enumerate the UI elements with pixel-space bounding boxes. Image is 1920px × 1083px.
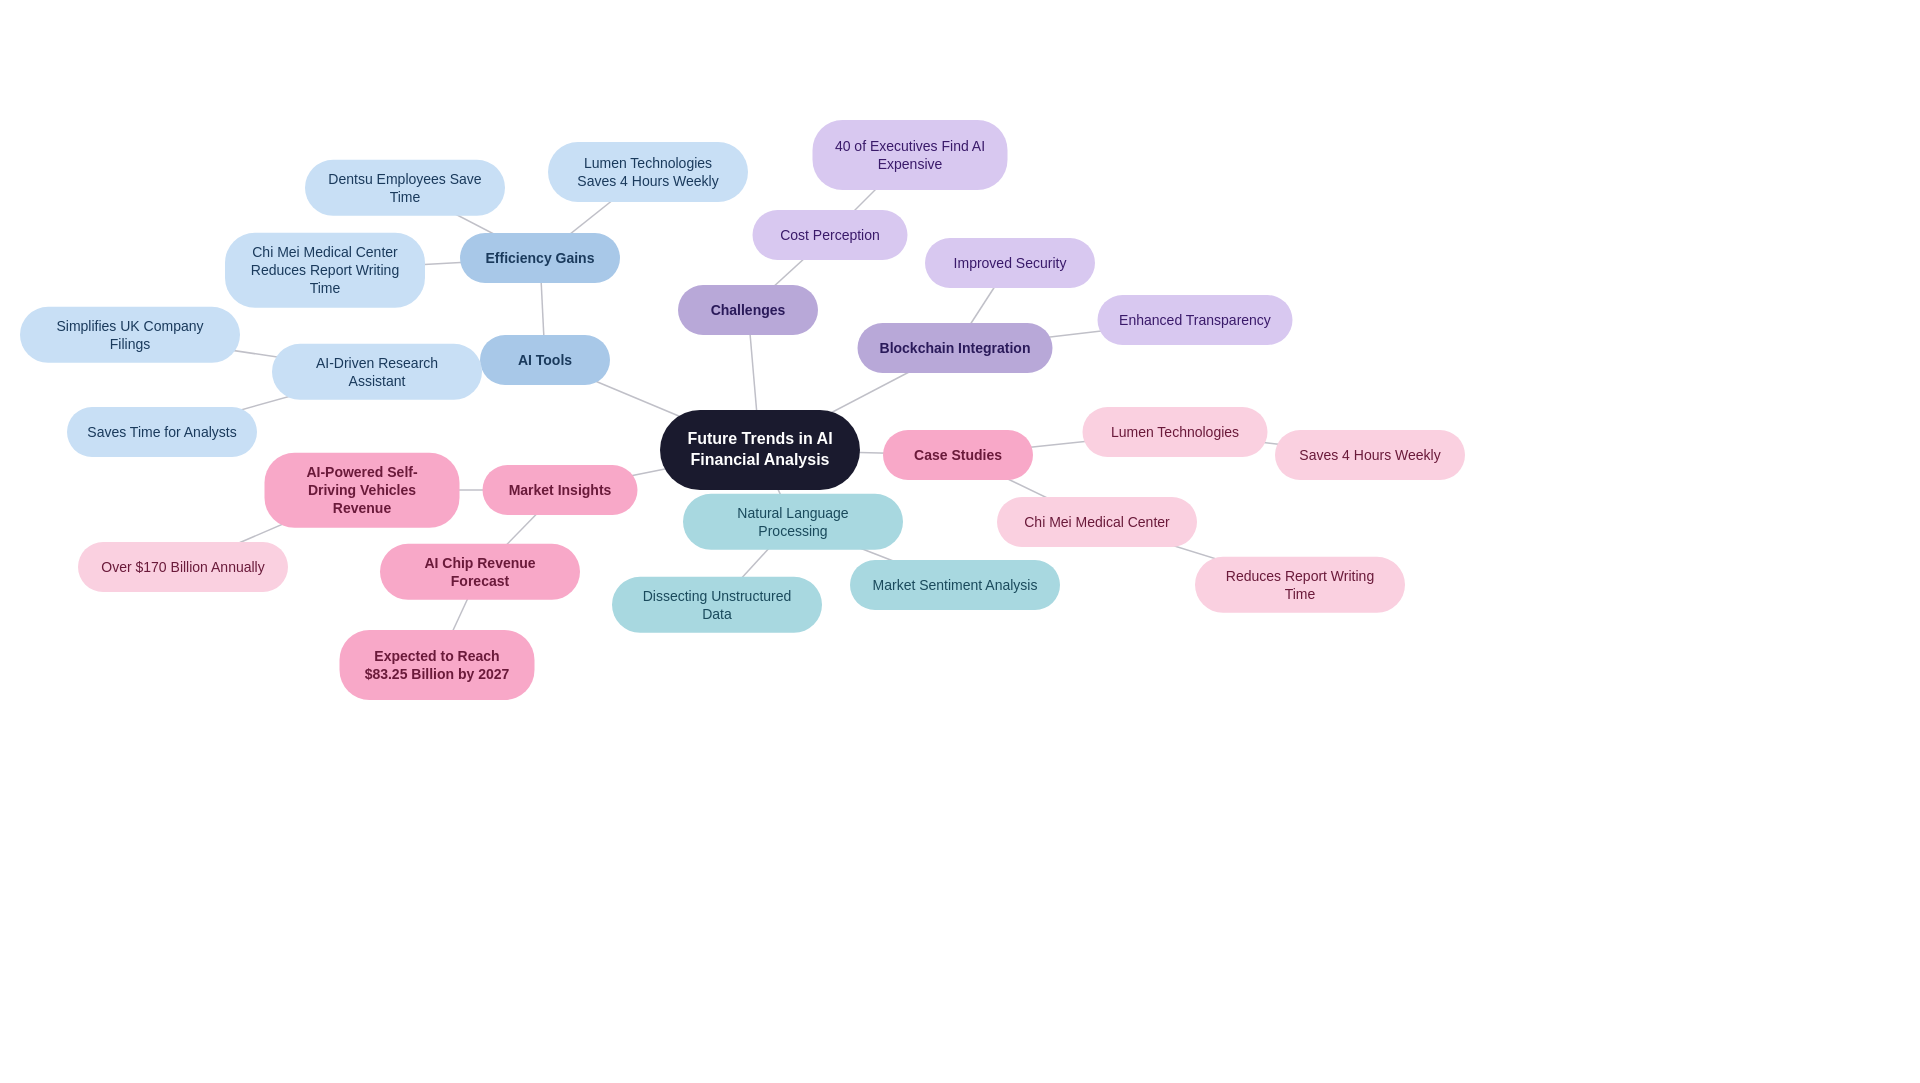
node-chi-mei[interactable]: Chi Mei Medical Center Reduces Report Wr… xyxy=(225,233,425,308)
node-dissecting[interactable]: Dissecting Unstructured Data xyxy=(612,577,822,633)
node-blockchain[interactable]: Blockchain Integration xyxy=(858,323,1053,373)
node-cost-perception[interactable]: Cost Perception xyxy=(753,210,908,260)
node-market-sentiment[interactable]: Market Sentiment Analysis xyxy=(850,560,1060,610)
node-saves-time-analysts[interactable]: Saves Time for Analysts xyxy=(67,407,257,457)
node-lumen-tech[interactable]: Lumen Technologies xyxy=(1083,407,1268,457)
node-challenges[interactable]: Challenges xyxy=(678,285,818,335)
node-ai-tools[interactable]: AI Tools xyxy=(480,335,610,385)
node-40-executives[interactable]: 40 of Executives Find AI Expensive xyxy=(813,120,1008,190)
node-ai-research[interactable]: AI-Driven Research Assistant xyxy=(272,344,482,400)
node-chi-mei-cs[interactable]: Chi Mei Medical Center xyxy=(997,497,1197,547)
node-improved-security[interactable]: Improved Security xyxy=(925,238,1095,288)
node-saves-4hrs-weekly[interactable]: Saves 4 Hours Weekly xyxy=(1275,430,1465,480)
mindmap-container: Future Trends in AI Financial Analysis AI… xyxy=(0,0,1920,1083)
node-nlp[interactable]: Natural Language Processing xyxy=(683,494,903,550)
node-case-studies[interactable]: Case Studies xyxy=(883,430,1033,480)
node-reduces-report[interactable]: Reduces Report Writing Time xyxy=(1195,557,1405,613)
node-enhanced-transparency[interactable]: Enhanced Transparency xyxy=(1098,295,1293,345)
node-efficiency-gains[interactable]: Efficiency Gains xyxy=(460,233,620,283)
center-node: Future Trends in AI Financial Analysis xyxy=(660,410,860,490)
node-dentsu[interactable]: Dentsu Employees Save Time xyxy=(305,160,505,216)
node-83b-2027[interactable]: Expected to Reach $83.25 Billion by 2027 xyxy=(340,630,535,700)
node-over-170b[interactable]: Over $170 Billion Annually xyxy=(78,542,288,592)
node-simplifies-uk[interactable]: Simplifies UK Company Filings xyxy=(20,307,240,363)
node-market-insights[interactable]: Market Insights xyxy=(483,465,638,515)
node-ai-chip[interactable]: AI Chip Revenue Forecast xyxy=(380,544,580,600)
node-ai-vehicles[interactable]: AI-Powered Self-Driving Vehicles Revenue xyxy=(265,453,460,528)
node-lumen-4hrs[interactable]: Lumen Technologies Saves 4 Hours Weekly xyxy=(548,142,748,202)
